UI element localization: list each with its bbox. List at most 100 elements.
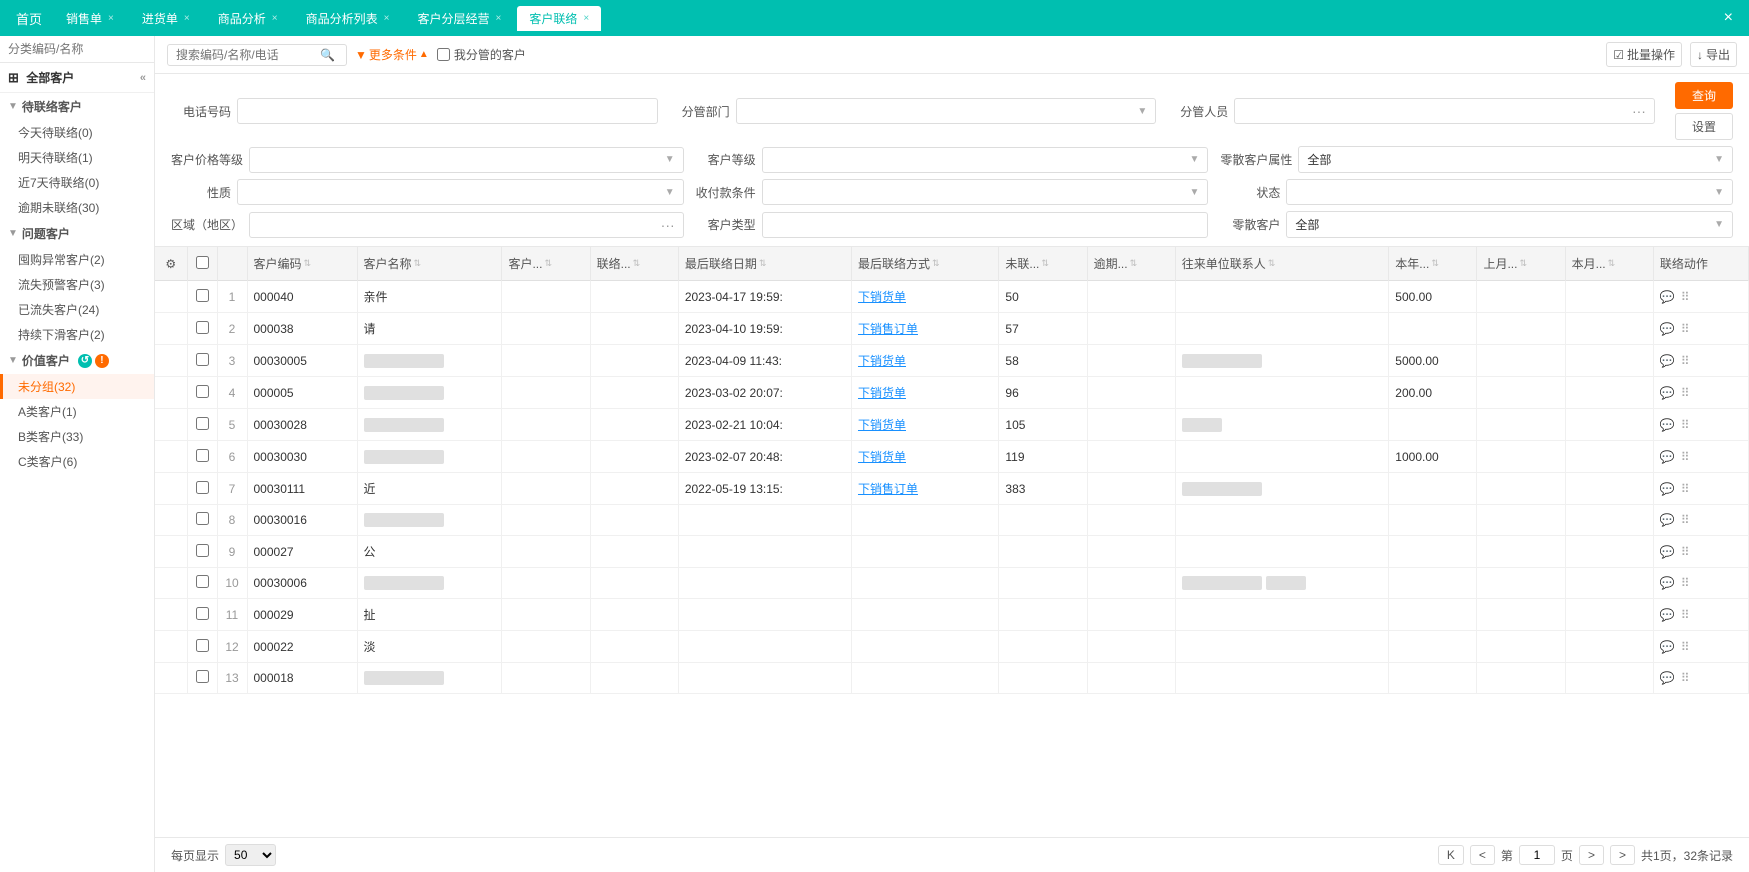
- more-action-icon[interactable]: ⠿: [1681, 513, 1690, 527]
- nav-customer-contact-tab[interactable]: 客户联络 ×: [517, 6, 601, 31]
- filter-dept-input[interactable]: ▼: [736, 98, 1157, 124]
- td-last-method[interactable]: 下销售订单: [851, 473, 998, 505]
- td-checkbox[interactable]: [187, 473, 217, 505]
- contact-action-icon[interactable]: 💬: [1660, 450, 1675, 464]
- row-checkbox[interactable]: [196, 289, 209, 302]
- more-action-icon[interactable]: ⠿: [1681, 608, 1690, 622]
- filter-phone-input[interactable]: [237, 98, 658, 124]
- row-checkbox[interactable]: [196, 353, 209, 366]
- th-contact-type[interactable]: 联络...⇅: [590, 247, 678, 281]
- th-customer-type[interactable]: 客户...⇅: [502, 247, 590, 281]
- more-conditions-btn[interactable]: ▼ 更多条件 ▲: [355, 46, 429, 63]
- td-checkbox[interactable]: [187, 568, 217, 599]
- th-settings[interactable]: ⚙: [155, 247, 187, 281]
- my-customers-checkbox[interactable]: 我分管的客户: [437, 46, 526, 63]
- row-checkbox[interactable]: [196, 670, 209, 683]
- td-checkbox[interactable]: [187, 536, 217, 568]
- sidebar-all-customers[interactable]: ⊞ 全部客户 «: [0, 63, 154, 93]
- td-last-method[interactable]: [851, 568, 998, 599]
- contact-action-icon[interactable]: 💬: [1660, 576, 1675, 590]
- sidebar-group-problem[interactable]: ▼ 问题客户: [0, 220, 154, 247]
- sidebar-item-class-b[interactable]: B类客户(33): [0, 424, 154, 449]
- filter-area-input[interactable]: ···: [249, 212, 684, 238]
- sidebar-item-churn-warning[interactable]: 流失预警客户(3): [0, 272, 154, 297]
- sidebar-item-churned[interactable]: 已流失客户(24): [0, 297, 154, 322]
- contact-action-icon[interactable]: 💬: [1660, 482, 1675, 496]
- td-checkbox[interactable]: [187, 377, 217, 409]
- sidebar-search-input[interactable]: [8, 42, 155, 56]
- more-action-icon[interactable]: ⠿: [1681, 418, 1690, 432]
- more-action-icon[interactable]: ⠿: [1681, 354, 1690, 368]
- last-page-btn[interactable]: >: [1610, 845, 1635, 865]
- contact-action-icon[interactable]: 💬: [1660, 386, 1675, 400]
- close-all-tabs-icon[interactable]: ×: [1716, 9, 1741, 27]
- row-checkbox[interactable]: [196, 512, 209, 525]
- td-last-method[interactable]: [851, 599, 998, 631]
- td-checkbox[interactable]: [187, 281, 217, 313]
- td-last-method[interactable]: 下销货单: [851, 345, 998, 377]
- th-this-year[interactable]: 本年...⇅: [1389, 247, 1477, 281]
- row-checkbox[interactable]: [196, 639, 209, 652]
- close-purchase-tab-icon[interactable]: ×: [184, 13, 190, 24]
- nav-sales-tab[interactable]: 销售单 ×: [54, 6, 126, 31]
- contact-action-icon[interactable]: 💬: [1660, 608, 1675, 622]
- th-code[interactable]: 客户编码⇅: [247, 247, 357, 281]
- td-checkbox[interactable]: [187, 505, 217, 536]
- td-last-method[interactable]: [851, 536, 998, 568]
- nav-customer-seg-tab[interactable]: 客户分层经营 ×: [405, 6, 513, 31]
- td-checkbox[interactable]: [187, 663, 217, 694]
- td-checkbox[interactable]: [187, 345, 217, 377]
- filter-manager-input[interactable]: ···: [1234, 98, 1655, 124]
- more-action-icon[interactable]: ⠿: [1681, 576, 1690, 590]
- contact-action-icon[interactable]: 💬: [1660, 545, 1675, 559]
- th-partner-contact[interactable]: 往来单位联系人⇅: [1175, 247, 1389, 281]
- nav-analysis-list-tab[interactable]: 商品分析列表 ×: [294, 6, 402, 31]
- sidebar-group-value[interactable]: ▼ 价值客户 ↺ !: [0, 347, 154, 374]
- contact-action-icon[interactable]: 💬: [1660, 671, 1675, 685]
- td-last-method[interactable]: 下销货单: [851, 281, 998, 313]
- td-checkbox[interactable]: [187, 313, 217, 345]
- sidebar-item-unclassified[interactable]: 未分组(32): [0, 374, 154, 399]
- th-last-method[interactable]: 最后联络方式⇅: [851, 247, 998, 281]
- th-uncontact[interactable]: 未联...⇅: [999, 247, 1087, 281]
- more-action-icon[interactable]: ⠿: [1681, 450, 1690, 464]
- my-customers-check[interactable]: [437, 48, 450, 61]
- row-checkbox[interactable]: [196, 417, 209, 430]
- select-all-checkbox[interactable]: [196, 256, 209, 269]
- close-analysis-tab-icon[interactable]: ×: [272, 13, 278, 24]
- more-action-icon[interactable]: ⠿: [1681, 290, 1690, 304]
- sidebar-item-overdue-pending[interactable]: 逾期未联络(30): [0, 195, 154, 220]
- contact-action-icon[interactable]: 💬: [1660, 418, 1675, 432]
- td-last-method[interactable]: 下销货单: [851, 441, 998, 473]
- sidebar-item-week-pending[interactable]: 近7天待联络(0): [0, 170, 154, 195]
- row-checkbox[interactable]: [196, 544, 209, 557]
- first-page-btn[interactable]: K: [1438, 845, 1464, 865]
- sidebar-item-tomorrow-pending[interactable]: 明天待联络(1): [0, 145, 154, 170]
- th-overdue[interactable]: 逾期...⇅: [1087, 247, 1175, 281]
- close-sales-tab-icon[interactable]: ×: [108, 13, 114, 24]
- sidebar-item-declining[interactable]: 持续下滑客户(2): [0, 322, 154, 347]
- filter-nature-input[interactable]: ▼: [237, 179, 684, 205]
- sidebar-item-class-c[interactable]: C类客户(6): [0, 449, 154, 474]
- more-action-icon[interactable]: ⠿: [1681, 671, 1690, 685]
- close-analysis-list-tab-icon[interactable]: ×: [384, 13, 390, 24]
- contact-action-icon[interactable]: 💬: [1660, 322, 1675, 336]
- filter-customer-type-input[interactable]: [762, 212, 1209, 238]
- more-action-icon[interactable]: ⠿: [1681, 640, 1690, 654]
- more-action-icon[interactable]: ⠿: [1681, 545, 1690, 559]
- td-checkbox[interactable]: [187, 441, 217, 473]
- search-input[interactable]: [176, 48, 316, 62]
- reset-btn[interactable]: 设置: [1675, 113, 1733, 140]
- query-btn[interactable]: 查询: [1675, 82, 1733, 109]
- export-btn[interactable]: ↓ 导出: [1690, 42, 1737, 67]
- contact-action-icon[interactable]: 💬: [1660, 513, 1675, 527]
- th-last-month[interactable]: 上月...⇅: [1477, 247, 1565, 281]
- contact-action-icon[interactable]: 💬: [1660, 640, 1675, 654]
- more-action-icon[interactable]: ⠿: [1681, 322, 1690, 336]
- more-action-icon[interactable]: ⠿: [1681, 482, 1690, 496]
- close-customer-seg-tab-icon[interactable]: ×: [495, 13, 501, 24]
- td-checkbox[interactable]: [187, 631, 217, 663]
- td-checkbox[interactable]: [187, 409, 217, 441]
- per-page-select[interactable]: 50 100: [225, 844, 276, 866]
- filter-retail-attr-input[interactable]: 全部 ▼: [1298, 146, 1733, 173]
